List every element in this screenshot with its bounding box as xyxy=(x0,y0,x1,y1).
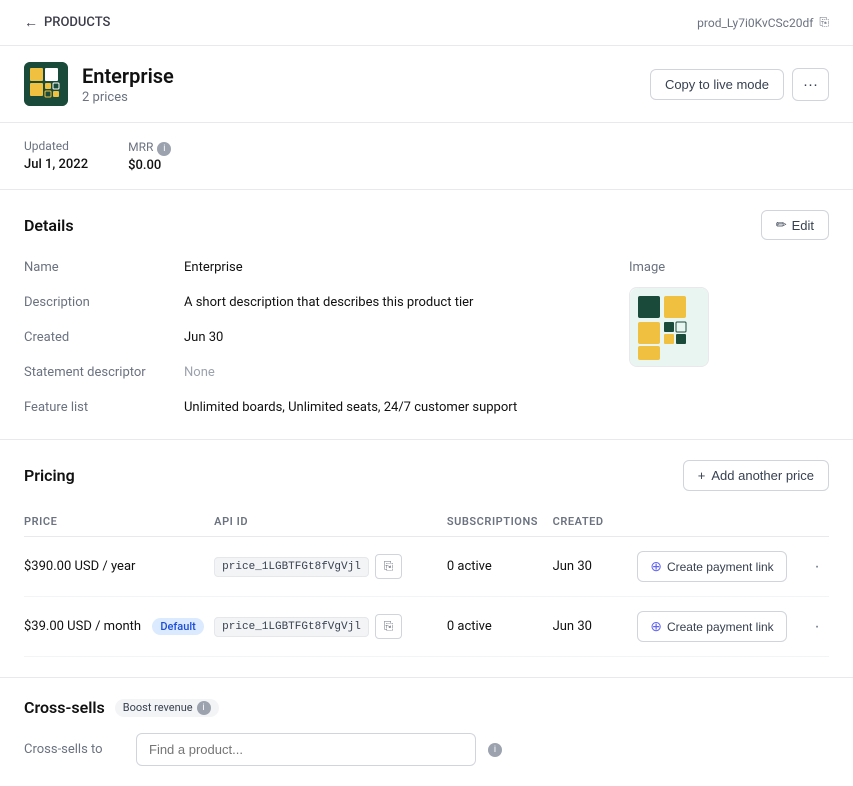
header-section: Enterprise 2 prices Copy to live mode ··… xyxy=(0,46,853,123)
price-amount-1: $390.00 USD / year xyxy=(24,537,214,597)
copy-live-button[interactable]: Copy to live mode xyxy=(650,69,784,100)
logo-svg xyxy=(24,62,68,106)
table-row: $390.00 USD / year price_1LGBTFGt8fVgVjl… xyxy=(24,537,829,597)
price-id-badge-2: price_1LGBTFGt8fVgVjl xyxy=(214,617,369,637)
boost-badge: Boost revenue i xyxy=(115,699,219,717)
feature-label: Feature list xyxy=(24,396,184,419)
image-label: Image xyxy=(629,256,665,279)
col-created: CREATED xyxy=(553,507,638,537)
details-title: Details xyxy=(24,216,74,235)
created-1: Jun 30 xyxy=(553,537,638,597)
prod-id-text: prod_Ly7i0KvCSc20df xyxy=(697,16,813,30)
col-actions xyxy=(637,507,806,537)
details-content: Name Enterprise Description A short desc… xyxy=(24,256,829,419)
product-info: Enterprise 2 prices xyxy=(24,62,174,106)
details-header: Details ✏ Edit xyxy=(24,210,829,240)
created-label: Created xyxy=(24,326,184,349)
col-subscriptions: SUBSCRIPTIONS xyxy=(447,507,553,537)
product-image xyxy=(629,287,709,367)
product-name: Enterprise xyxy=(82,64,174,88)
prod-id-row: prod_Ly7i0KvCSc20df ⎘ xyxy=(697,15,829,30)
meta-updated: Updated Jul 1, 2022 xyxy=(24,139,88,173)
edit-label: Edit xyxy=(792,218,814,233)
name-label: Name xyxy=(24,256,184,279)
statement-label: Statement descriptor xyxy=(24,361,184,384)
description-label: Description xyxy=(24,291,184,314)
cross-title: Cross-sells xyxy=(24,698,105,717)
details-grid: Name Enterprise Description A short desc… xyxy=(24,256,605,419)
api-id-cell-2: price_1LGBTFGt8fVgVjl ⎘ xyxy=(214,597,447,657)
cross-sells-section: Cross-sells Boost revenue i Cross-sells … xyxy=(0,678,853,786)
create-link-2: ⊕ Create payment link xyxy=(637,597,806,657)
product-text: Enterprise 2 prices xyxy=(82,64,174,105)
more-button[interactable]: ··· xyxy=(792,68,829,101)
create-payment-link-button-2[interactable]: ⊕ Create payment link xyxy=(637,611,786,642)
name-value: Enterprise xyxy=(184,256,605,279)
plus-circle-icon-1: ⊕ xyxy=(650,558,662,575)
create-link-label-1: Create payment link xyxy=(667,560,774,574)
copy-api-id-2[interactable]: ⎘ xyxy=(375,614,403,639)
details-left: Name Enterprise Description A short desc… xyxy=(24,256,605,419)
top-bar: ← PRODUCTS prod_Ly7i0KvCSc20df ⎘ xyxy=(0,0,853,46)
subscriptions-2: 0 active xyxy=(447,597,553,657)
default-badge: Default xyxy=(152,618,203,635)
row-more-1: · xyxy=(806,537,829,597)
mrr-value: $0.00 xyxy=(128,158,171,173)
copy-icon[interactable]: ⎘ xyxy=(819,15,829,30)
boost-label: Boost revenue xyxy=(123,701,193,714)
row-more-button-2[interactable]: · xyxy=(806,614,827,640)
pricing-section: Pricing + Add another price PRICE API ID… xyxy=(0,440,853,678)
col-price: PRICE xyxy=(24,507,214,537)
created-2: Jun 30 xyxy=(553,597,638,657)
pricing-header-row: PRICE API ID SUBSCRIPTIONS CREATED xyxy=(24,507,829,537)
header-actions: Copy to live mode ··· xyxy=(650,68,829,101)
mrr-info-icon[interactable]: i xyxy=(157,142,171,156)
row-more-2: · xyxy=(806,597,829,657)
copy-api-id-1[interactable]: ⎘ xyxy=(375,554,403,579)
price-id-badge-1: price_1LGBTFGt8fVgVjl xyxy=(214,557,369,577)
updated-label: Updated xyxy=(24,139,88,153)
pricing-header: Pricing + Add another price xyxy=(24,460,829,491)
details-image-col: Image xyxy=(629,256,829,419)
feature-value: Unlimited boards, Unlimited seats, 24/7 … xyxy=(184,396,605,419)
meta-mrr: MRR i $0.00 xyxy=(128,139,171,173)
edit-button[interactable]: ✏ Edit xyxy=(761,210,829,240)
pricing-title: Pricing xyxy=(24,466,75,485)
statement-value: None xyxy=(184,361,605,384)
price-amount-2: $39.00 USD / month Default xyxy=(24,597,214,657)
subscriptions-1: 0 active xyxy=(447,537,553,597)
cross-to-label: Cross-sells to xyxy=(24,742,124,757)
updated-value: Jul 1, 2022 xyxy=(24,157,88,172)
boost-info-icon[interactable]: i xyxy=(197,701,211,715)
mrr-label: MRR xyxy=(128,140,153,154)
find-product-input[interactable] xyxy=(136,733,476,766)
description-value: A short description that describes this … xyxy=(184,291,605,314)
create-link-label-2: Create payment link xyxy=(667,620,774,634)
pricing-table: PRICE API ID SUBSCRIPTIONS CREATED $390.… xyxy=(24,507,829,657)
create-link-1: ⊕ Create payment link xyxy=(637,537,806,597)
table-row: $39.00 USD / month Default price_1LGBTFG… xyxy=(24,597,829,657)
pencil-icon: ✏ xyxy=(776,217,787,233)
back-label: PRODUCTS xyxy=(44,15,110,30)
plus-circle-icon-2: ⊕ xyxy=(650,618,662,635)
plus-icon: + xyxy=(698,468,706,483)
api-id-cell-1: price_1LGBTFGt8fVgVjl ⎘ xyxy=(214,537,447,597)
cross-sells-row: Cross-sells to i xyxy=(24,733,829,766)
back-arrow-icon: ← xyxy=(24,14,38,31)
row-more-button-1[interactable]: · xyxy=(806,554,827,580)
meta-section: Updated Jul 1, 2022 MRR i $0.00 xyxy=(0,123,853,190)
add-price-button[interactable]: + Add another price xyxy=(683,460,829,491)
back-link[interactable]: ← PRODUCTS xyxy=(24,14,110,31)
product-logo xyxy=(24,62,68,106)
col-api-id: API ID xyxy=(214,507,447,537)
cross-header: Cross-sells Boost revenue i xyxy=(24,698,829,717)
product-image-svg xyxy=(630,288,709,367)
details-section: Details ✏ Edit Name Enterprise Descripti… xyxy=(0,190,853,440)
input-info-icon[interactable]: i xyxy=(488,743,502,757)
add-price-label: Add another price xyxy=(711,468,814,483)
create-payment-link-button-1[interactable]: ⊕ Create payment link xyxy=(637,551,786,582)
product-prices: 2 prices xyxy=(82,90,174,105)
created-value: Jun 30 xyxy=(184,326,605,349)
